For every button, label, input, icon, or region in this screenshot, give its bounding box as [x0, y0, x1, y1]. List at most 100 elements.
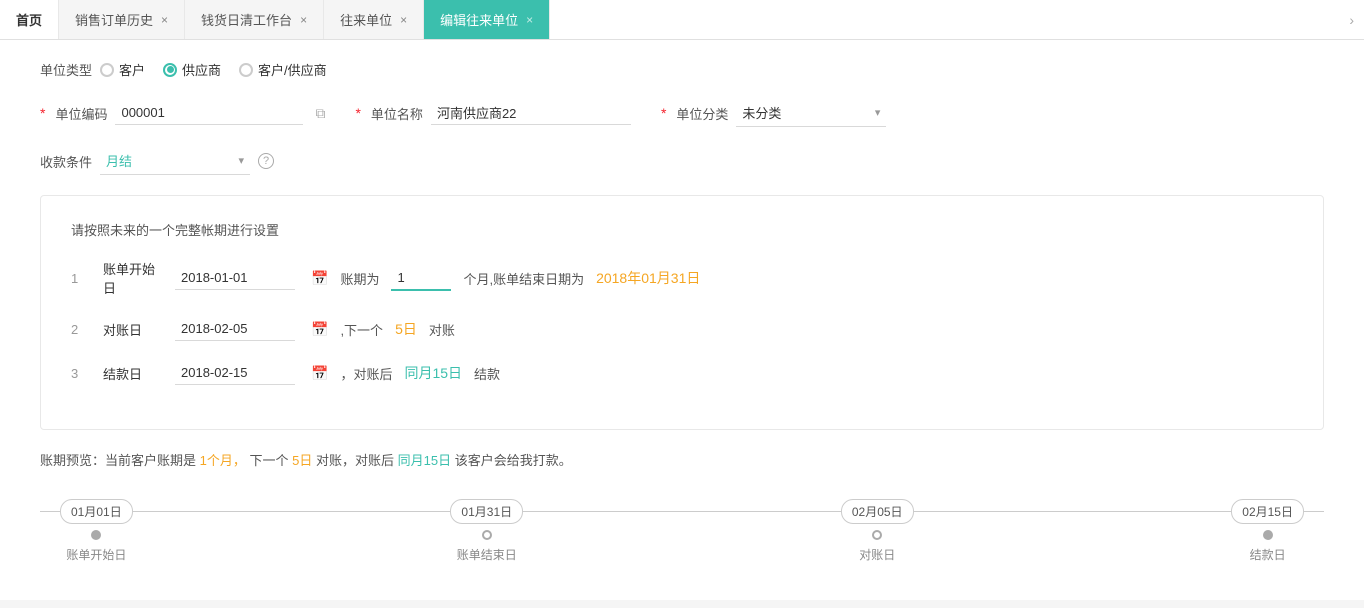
radio-both-label: 客户/供应商: [258, 60, 327, 79]
preview-reconcile-highlight: 5日: [292, 453, 312, 468]
tab-edit-partner[interactable]: 编辑往来单位 ×: [424, 0, 550, 39]
timeline-point-3: 02月15日 结款日: [1231, 499, 1304, 563]
close-icon[interactable]: ×: [161, 13, 168, 27]
payment-terms-value: 月结: [106, 151, 232, 170]
copy-icon[interactable]: ⧉: [315, 105, 325, 122]
unit-category-group: * 单位分类 未分类 ▾: [661, 99, 886, 127]
tab-cash-work[interactable]: 钱货日清工作台 ×: [185, 0, 324, 39]
payment-label: 结款日: [103, 364, 163, 383]
timeline-dot-2: [872, 530, 882, 540]
reconcile-row: 2 对账日 📅 ,下一个 5日 对账: [71, 317, 1293, 341]
radio-supplier[interactable]: 供应商: [163, 60, 221, 79]
radio-supplier-label: 供应商: [182, 60, 221, 79]
section-title: 请按照未来的一个完整帐期进行设置: [71, 220, 1293, 239]
reconcile-label: 对账日: [103, 320, 163, 339]
radio-customer-label: 客户: [119, 60, 145, 79]
timeline-sublabel-0: 账单开始日: [66, 546, 126, 563]
unit-type-row: 单位类型 客户 供应商 客户/供应商: [40, 60, 1324, 79]
unit-name-label: 单位名称: [371, 104, 423, 123]
timeline-badge-3: 02月15日: [1231, 499, 1304, 524]
required-star: *: [40, 105, 45, 121]
bill-start-row: 1 账单开始日 📅 账期为 个月,账单结束日期为 2018年01月31日: [71, 259, 1293, 297]
close-icon[interactable]: ×: [526, 13, 533, 27]
preview-prefix: 账期预览：当前客户账期是: [40, 453, 196, 468]
timeline-sublabel-3: 结款日: [1250, 546, 1286, 563]
unit-category-value: 未分类: [742, 103, 868, 122]
timeline-dot-3: [1263, 530, 1273, 540]
main-content: 单位类型 客户 供应商 客户/供应商 * 单位编码: [0, 40, 1364, 600]
required-star-cat: *: [661, 105, 666, 121]
timeline-point-1: 01月31日 账单结束日: [450, 499, 523, 563]
tab-home-label: 首页: [16, 10, 42, 29]
radio-both[interactable]: 客户/供应商: [239, 60, 327, 79]
timeline-badge-1: 01月31日: [450, 499, 523, 524]
timeline-badge-0: 01月01日: [60, 499, 133, 524]
bill-start-label: 账单开始日: [103, 259, 163, 297]
radio-customer[interactable]: 客户: [100, 60, 145, 79]
close-icon[interactable]: ×: [400, 13, 407, 27]
timeline-points: 01月01日 账单开始日 01月31日 账单结束日 02月05日 对账日 02月…: [60, 499, 1304, 563]
calendar-icon-2[interactable]: 📅: [311, 321, 328, 338]
tab-sales-history-label: 销售订单历史: [75, 10, 153, 29]
calendar-icon-3[interactable]: 📅: [311, 365, 328, 382]
reconcile-date[interactable]: [175, 317, 295, 341]
reconcile-desc-suffix: 对账: [429, 320, 455, 339]
tab-home[interactable]: 首页: [0, 0, 59, 39]
calendar-icon-1[interactable]: 📅: [311, 270, 328, 287]
preview-suffix: 该客户会给我打款。: [455, 453, 572, 468]
payment-terms-dropdown-icon: ▾: [238, 154, 244, 167]
payment-row: 3 结款日 📅 ，对账后 同月15日 结款: [71, 361, 1293, 385]
tab-partner-label: 往来单位: [340, 10, 392, 29]
row-num-3: 3: [71, 366, 91, 381]
tab-bar: 首页 销售订单历史 × 钱货日清工作台 × 往来单位 × 编辑往来单位 × ›: [0, 0, 1364, 40]
payment-highlight: 同月15日: [404, 363, 462, 383]
unit-code-input[interactable]: [115, 101, 303, 125]
tab-edit-partner-label: 编辑往来单位: [440, 10, 518, 29]
timeline-container: 01月01日 账单开始日 01月31日 账单结束日 02月05日 对账日 02月…: [40, 499, 1324, 563]
radio-group: 客户 供应商 客户/供应商: [100, 60, 327, 79]
radio-both-circle: [239, 63, 253, 77]
timeline-badge-2: 02月05日: [841, 499, 914, 524]
row-num-1: 1: [71, 271, 91, 286]
close-icon[interactable]: ×: [300, 13, 307, 27]
period-end-date: 2018年01月31日: [596, 268, 700, 288]
period-input[interactable]: [391, 266, 451, 291]
reconcile-desc-prefix: ,下一个: [340, 320, 383, 339]
unit-code-group: * 单位编码 ⧉: [40, 101, 325, 125]
tab-partner[interactable]: 往来单位 ×: [324, 0, 424, 39]
unit-category-label: 单位分类: [676, 104, 728, 123]
payment-desc-suffix: 结款: [474, 364, 500, 383]
unit-info-row: * 单位编码 ⧉ * 单位名称 * 单位分类 未分类 ▾: [40, 99, 1324, 127]
payment-terms-select[interactable]: 月结 ▾: [100, 147, 250, 175]
reconcile-highlight: 5日: [395, 319, 417, 339]
timeline-dot-0: [91, 530, 101, 540]
category-dropdown-icon: ▾: [875, 106, 881, 119]
settings-section: 请按照未来的一个完整帐期进行设置 1 账单开始日 📅 账期为 个月,账单结束日期…: [40, 195, 1324, 430]
help-icon[interactable]: ?: [258, 153, 274, 169]
unit-name-group: * 单位名称: [355, 101, 630, 125]
payment-terms-group: 收款条件 月结 ▾ ?: [40, 147, 274, 175]
unit-category-select[interactable]: 未分类 ▾: [736, 99, 886, 127]
unit-type-group: 单位类型 客户 供应商 客户/供应商: [40, 60, 327, 79]
required-star-name: *: [355, 105, 360, 121]
bill-start-date[interactable]: [175, 266, 295, 290]
payment-desc-prefix: ，对账后: [340, 364, 392, 383]
period-suffix: 个月,账单结束日期为: [463, 269, 584, 288]
payment-terms-label: 收款条件: [40, 152, 92, 171]
tab-sales-history[interactable]: 销售订单历史 ×: [59, 0, 185, 39]
timeline-sublabel-2: 对账日: [859, 546, 895, 563]
preview-reconcile-prefix: 下一个: [250, 453, 289, 468]
row-num-2: 2: [71, 322, 91, 337]
period-prefix: 账期为: [340, 269, 379, 288]
radio-supplier-circle: [163, 63, 177, 77]
timeline-dot-1: [482, 530, 492, 540]
tab-cash-work-label: 钱货日清工作台: [201, 10, 292, 29]
tab-scroll-arrow[interactable]: ›: [1339, 0, 1364, 39]
radio-customer-circle: [100, 63, 114, 77]
payment-date[interactable]: [175, 361, 295, 385]
timeline-point-0: 01月01日 账单开始日: [60, 499, 133, 563]
unit-name-input[interactable]: [431, 101, 631, 125]
preview-payment-highlight: 同月15日: [398, 453, 451, 468]
timeline-point-2: 02月05日 对账日: [841, 499, 914, 563]
preview-reconcile-middle: 对账，对账后: [316, 453, 394, 468]
